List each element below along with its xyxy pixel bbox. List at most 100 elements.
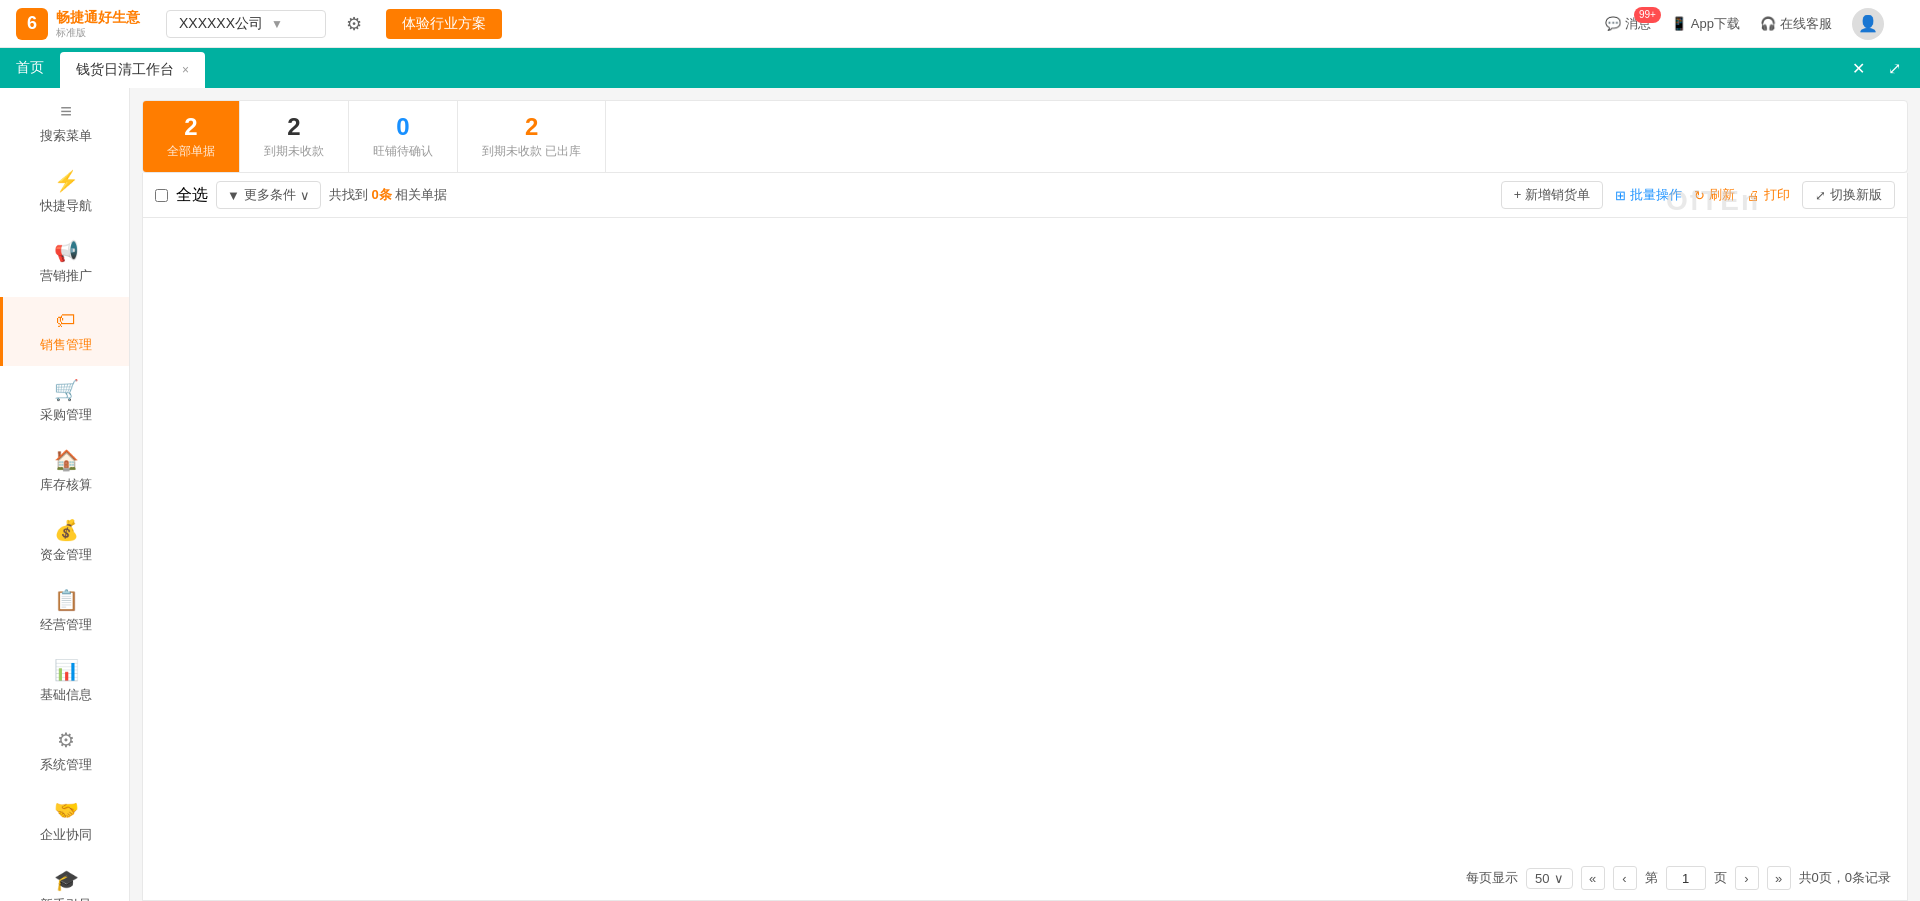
avatar-icon: 👤 bbox=[1858, 14, 1878, 33]
sales-icon: 🏷 bbox=[56, 309, 76, 332]
stat-tab-wangpu[interactable]: 0 旺铺待确认 bbox=[349, 101, 458, 172]
sidebar-item-label-quick-nav: 快捷导航 bbox=[40, 197, 92, 215]
batch-ops-button[interactable]: ⊞ 批量操作 bbox=[1615, 186, 1682, 204]
logo-icon: 6 bbox=[16, 8, 48, 40]
print-button[interactable]: 🖨 打印 bbox=[1747, 186, 1790, 204]
sidebar-item-system[interactable]: ⚙ 系统管理 bbox=[0, 716, 129, 786]
marketing-icon: 📢 bbox=[54, 239, 79, 263]
switch-version-button[interactable]: ⤢ 切换新版 bbox=[1802, 181, 1895, 209]
sidebar-item-label-sales: 销售管理 bbox=[40, 336, 92, 354]
message-badge: 99+ bbox=[1634, 7, 1661, 23]
stat-tab-overdue[interactable]: 2 到期未收款 bbox=[240, 101, 349, 172]
filter-icon: ▼ bbox=[227, 188, 240, 203]
download-icon: 📱 bbox=[1671, 16, 1687, 31]
message-btn[interactable]: 💬 消息 99+ bbox=[1605, 15, 1651, 33]
filter-chevron-icon: ∨ bbox=[300, 188, 310, 203]
quick-nav-icon: ⚡ bbox=[54, 169, 79, 193]
refresh-label: 刷新 bbox=[1709, 186, 1735, 204]
sidebar-item-label-finance: 资金管理 bbox=[40, 546, 92, 564]
filter-btn-label: 更多条件 bbox=[244, 186, 296, 204]
stat-tab-all[interactable]: 2 全部单据 bbox=[143, 101, 240, 172]
sidebar: ≡ 搜索菜单 ⚡ 快捷导航 📢 营销推广 🏷 销售管理 🛒 采购管理 🏠 库存核… bbox=[0, 88, 130, 901]
tab-close-icon[interactable]: × bbox=[182, 63, 189, 77]
page-prev-btn[interactable]: ‹ bbox=[1613, 866, 1637, 890]
sidebar-item-marketing[interactable]: 📢 营销推广 bbox=[0, 227, 129, 297]
stat-label-overdue: 到期未收款 bbox=[264, 143, 324, 160]
cooperation-icon: 🤝 bbox=[54, 798, 79, 822]
print-label: 打印 bbox=[1764, 186, 1790, 204]
new-sale-button[interactable]: + 新增销货单 bbox=[1501, 181, 1603, 209]
sidebar-item-basic-info[interactable]: 📊 基础信息 bbox=[0, 646, 129, 716]
tab-bar: 首页 钱货日清工作台 × ✕ ⤢ bbox=[0, 48, 1920, 88]
company-name: XXXXXX公司 bbox=[179, 15, 263, 33]
sidebar-item-label-search: 搜索菜单 bbox=[40, 127, 92, 145]
toolbar-right: + 新增销货单 ⊞ 批量操作 ↻ 刷新 🖨 打印 ⤢ 切换新版 bbox=[1501, 181, 1895, 209]
content-area: 2 全部单据 2 到期未收款 0 旺铺待确认 2 到期未收款 已出库 全选 ▼ … bbox=[130, 88, 1920, 901]
page-last-btn[interactable]: » bbox=[1767, 866, 1791, 890]
top-right: 💬 消息 99+ 📱 App下载 🎧 在线客服 👤 bbox=[1605, 8, 1904, 40]
page-first-btn[interactable]: « bbox=[1581, 866, 1605, 890]
page-number-input[interactable] bbox=[1666, 866, 1706, 890]
stat-label-wangpu: 旺铺待确认 bbox=[373, 143, 433, 160]
page-size-value: 50 bbox=[1535, 871, 1549, 886]
sidebar-item-operations[interactable]: 📋 经营管理 bbox=[0, 576, 129, 646]
sidebar-item-guide[interactable]: 🎓 新手引导 bbox=[0, 856, 129, 901]
filter-button[interactable]: ▼ 更多条件 ∨ bbox=[216, 181, 321, 209]
logo-sub: 标准版 bbox=[56, 26, 140, 39]
sidebar-item-sales[interactable]: 🏷 销售管理 bbox=[0, 297, 129, 366]
company-selector[interactable]: XXXXXX公司 ▼ bbox=[166, 10, 326, 38]
sidebar-item-quick-nav[interactable]: ⚡ 快捷导航 bbox=[0, 157, 129, 227]
online-service-label: 在线客服 bbox=[1780, 15, 1832, 33]
page-next-btn[interactable]: › bbox=[1735, 866, 1759, 890]
refresh-icon: ↻ bbox=[1694, 188, 1705, 203]
system-icon: ⚙ bbox=[57, 728, 75, 752]
page-label: 第 bbox=[1645, 869, 1658, 887]
tab-active[interactable]: 钱货日清工作台 × bbox=[60, 52, 205, 88]
tab-expand-btn[interactable]: ⤢ bbox=[1880, 54, 1908, 82]
batch-ops-label: 批量操作 bbox=[1630, 186, 1682, 204]
guide-icon: 🎓 bbox=[54, 868, 79, 892]
finance-icon: 💰 bbox=[54, 518, 79, 542]
stat-num-wangpu: 0 bbox=[373, 113, 433, 141]
toolbar: 全选 ▼ 更多条件 ∨ 共找到 0条 相关单据 + 新增销货单 ⊞ 批量操作 ↻ bbox=[142, 173, 1908, 218]
tab-bar-right: ✕ ⤢ bbox=[1844, 54, 1920, 82]
settings-icon[interactable]: ⚙ bbox=[338, 8, 370, 40]
table-area bbox=[142, 218, 1908, 856]
sidebar-item-search[interactable]: ≡ 搜索菜单 bbox=[0, 88, 129, 157]
sidebar-item-purchase[interactable]: 🛒 采购管理 bbox=[0, 366, 129, 436]
refresh-button[interactable]: ↻ 刷新 bbox=[1694, 186, 1735, 204]
sidebar-item-label-system: 系统管理 bbox=[40, 756, 92, 774]
found-count: 0条 bbox=[372, 187, 392, 202]
select-all-label: 全选 bbox=[176, 185, 208, 206]
switch-label: 切换新版 bbox=[1830, 186, 1882, 204]
stat-label-shipped: 到期未收款 已出库 bbox=[482, 143, 581, 160]
sidebar-item-inventory[interactable]: 🏠 库存核算 bbox=[0, 436, 129, 506]
tab-home[interactable]: 首页 bbox=[0, 48, 60, 88]
purchase-icon: 🛒 bbox=[54, 378, 79, 402]
tab-close-btn[interactable]: ✕ bbox=[1844, 54, 1872, 82]
logo-text: 畅捷通好生意 标准版 bbox=[56, 8, 140, 39]
switch-icon: ⤢ bbox=[1815, 188, 1826, 203]
logo-main: 畅捷通好生意 bbox=[56, 8, 140, 26]
stat-num-all: 2 bbox=[167, 113, 215, 141]
tab-active-label: 钱货日清工作台 bbox=[76, 61, 174, 79]
page-size-chevron-icon: ∨ bbox=[1554, 871, 1564, 886]
top-bar: 6 畅捷通好生意 标准版 XXXXXX公司 ▼ ⚙ 体验行业方案 💬 消息 99… bbox=[0, 0, 1920, 48]
sidebar-item-label-purchase: 采购管理 bbox=[40, 406, 92, 424]
print-icon: 🖨 bbox=[1747, 188, 1760, 203]
stats-tabs: 2 全部单据 2 到期未收款 0 旺铺待确认 2 到期未收款 已出库 bbox=[142, 100, 1908, 173]
sidebar-item-label-inventory: 库存核算 bbox=[40, 476, 92, 494]
sidebar-item-cooperation[interactable]: 🤝 企业协同 bbox=[0, 786, 129, 856]
online-service-btn[interactable]: 🎧 在线客服 bbox=[1760, 15, 1832, 33]
inventory-icon: 🏠 bbox=[54, 448, 79, 472]
found-prefix: 共找到 bbox=[329, 187, 368, 202]
stat-tab-shipped[interactable]: 2 到期未收款 已出库 bbox=[458, 101, 606, 172]
sidebar-item-finance[interactable]: 💰 资金管理 bbox=[0, 506, 129, 576]
page-size-select[interactable]: 50 ∨ bbox=[1526, 868, 1572, 889]
chevron-down-icon: ▼ bbox=[271, 17, 283, 31]
select-all-checkbox[interactable] bbox=[155, 189, 168, 202]
avatar[interactable]: 👤 bbox=[1852, 8, 1884, 40]
trial-button[interactable]: 体验行业方案 bbox=[386, 9, 502, 39]
sidebar-item-label-guide: 新手引导 bbox=[40, 896, 92, 901]
app-download-btn[interactable]: 📱 App下载 bbox=[1671, 15, 1740, 33]
